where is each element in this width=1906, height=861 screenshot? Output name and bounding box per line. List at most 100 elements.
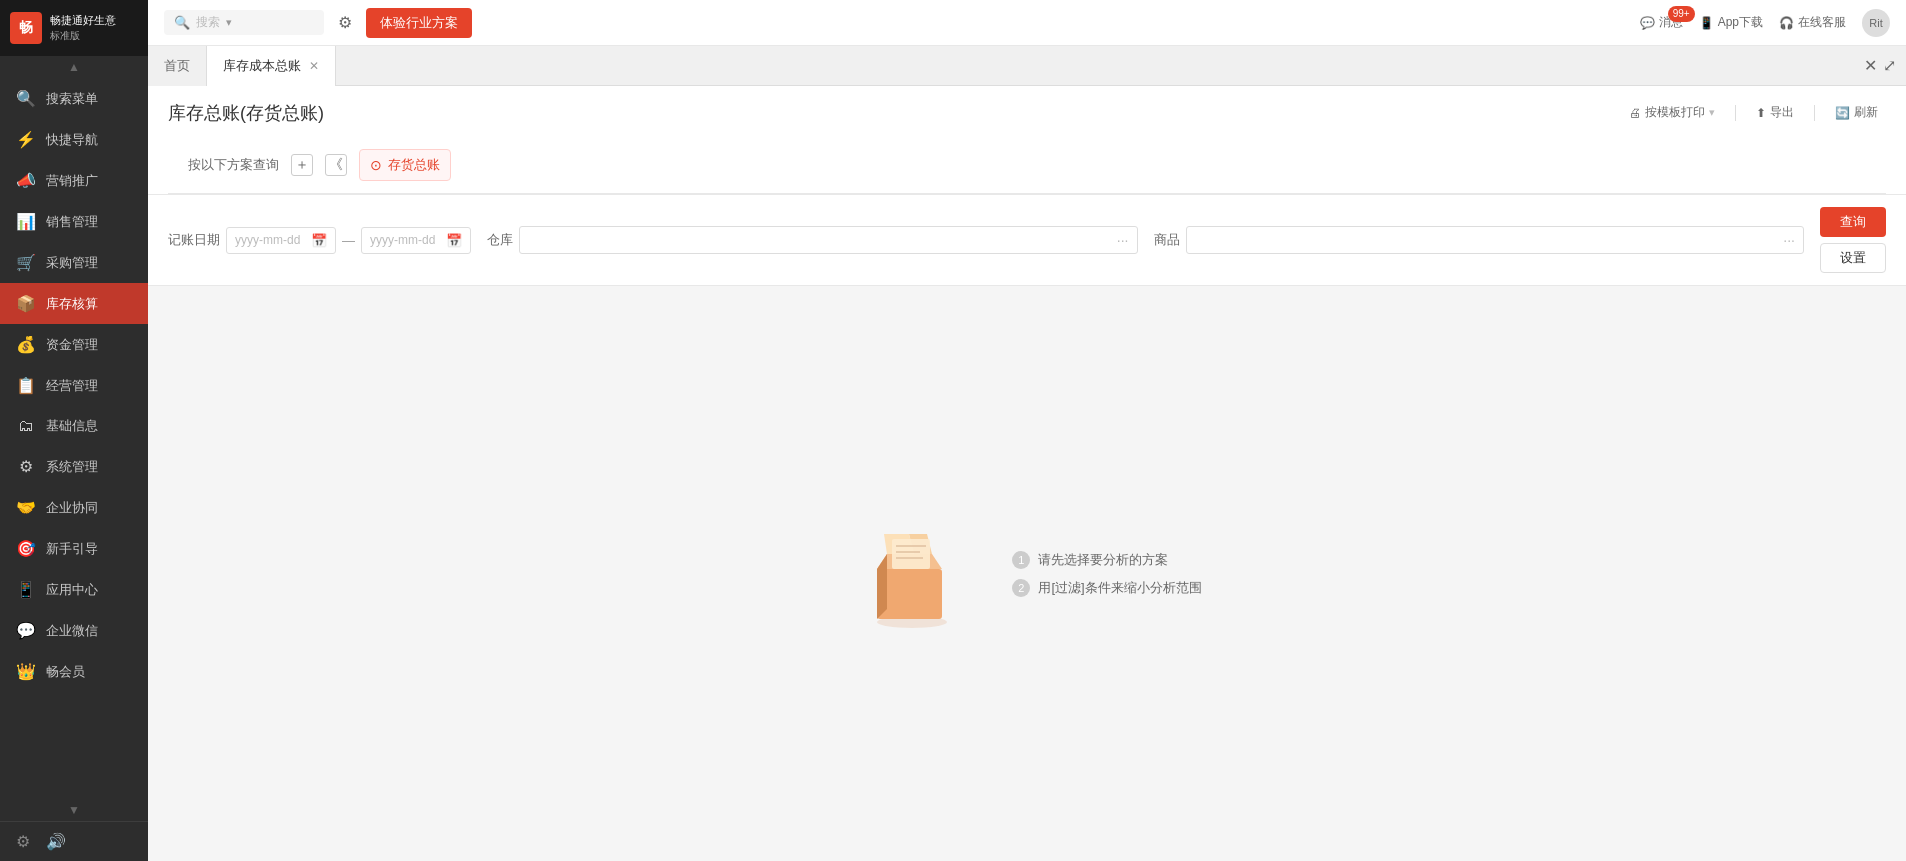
warehouse-select[interactable]: ··· [519,226,1138,254]
sidebar-item-label: 经营管理 [46,377,98,395]
message-badge: 99+ [1668,6,1695,22]
wechat-icon: 💬 [16,621,36,640]
tab-inventory-cost[interactable]: 库存成本总账 ✕ [207,46,336,86]
sidebar-item-sales[interactable]: 📊 销售管理 [0,201,148,242]
sidebar-scroll-up[interactable]: ▲ [0,56,148,78]
app-center-icon: 📱 [16,580,36,599]
tab-home[interactable]: 首页 [148,46,207,86]
scheme-icon: ⊙ [370,157,382,173]
tab-close-panel: ✕ ⤢ [1854,46,1906,85]
hint-2-text: 用[过滤]条件来缩小分析范围 [1038,579,1201,597]
newbie-icon: 🎯 [16,539,36,558]
tab-panel-close-icon[interactable]: ✕ [1864,56,1877,75]
step-2-num: 2 [1012,579,1030,597]
capital-icon: 💰 [16,335,36,354]
sidebar-settings-icon[interactable]: ⚙ [16,832,30,851]
user-avatar[interactable]: Rit [1862,9,1890,37]
print-template-btn[interactable]: 🖨 按模板打印 ▾ [1621,100,1723,125]
search-menu-icon: 🔍 [16,89,36,108]
product-select[interactable]: ··· [1186,226,1805,254]
sidebar-item-inventory[interactable]: 📦 库存核算 [0,283,148,324]
sidebar-item-enterprise[interactable]: 🤝 企业协同 [0,487,148,528]
sidebar-item-label: 销售管理 [46,213,98,231]
sidebar-item-basics[interactable]: 🗂 基础信息 [0,406,148,446]
empty-svg [852,514,972,634]
scheme-item[interactable]: ⊙ 存货总账 [359,149,451,181]
sidebar-item-quick-nav[interactable]: ⚡ 快捷导航 [0,119,148,160]
sidebar-item-label: 应用中心 [46,581,98,599]
sidebar-item-label: 系统管理 [46,458,98,476]
avatar-text: Rit [1869,17,1882,29]
date-field-group: 记账日期 yyyy-mm-dd 📅 — yyyy-mm-dd 📅 [168,227,471,254]
query-btn[interactable]: 查询 [1820,207,1886,237]
export-label: 导出 [1770,104,1794,121]
sidebar-item-app-center[interactable]: 📱 应用中心 [0,569,148,610]
app-download-btn[interactable]: 📱 App下载 [1699,14,1763,31]
sidebar-item-wechat[interactable]: 💬 企业微信 [0,610,148,651]
sidebar-item-purchase[interactable]: 🛒 采购管理 [0,242,148,283]
date-to-text: yyyy-mm-dd [370,233,435,247]
page-header-top: 库存总账(存货总账) 🖨 按模板打印 ▾ ⬆ 导出 🔄 [168,100,1886,137]
sidebar-item-label: 搜索菜单 [46,90,98,108]
empty-text: 1 请先选择要分析的方案 2 用[过滤]条件来缩小分析范围 [1012,551,1201,597]
warehouse-field-group: 仓库 ··· [487,226,1138,254]
search-chevron-icon: ▾ [226,16,232,29]
sidebar-item-label: 基础信息 [46,417,98,435]
filter-add-btn[interactable]: ＋ [291,154,313,176]
search-icon: 🔍 [174,15,190,30]
tab-close-icon[interactable]: ✕ [309,59,319,73]
sidebar-item-capital[interactable]: 💰 资金管理 [0,324,148,365]
app-name-block: 畅捷通好生意 标准版 [50,13,116,42]
sidebar-item-operations[interactable]: 📋 经营管理 [0,365,148,406]
date-separator: — [342,233,355,248]
tab-panel-expand-icon[interactable]: ⤢ [1883,56,1896,75]
settings-btn[interactable]: 设置 [1820,243,1886,273]
refresh-btn[interactable]: 🔄 刷新 [1827,100,1886,125]
query-settings-row: 查询 设置 [1820,207,1886,273]
empty-illustration [852,514,972,634]
sidebar-item-label: 采购管理 [46,254,98,272]
industry-btn[interactable]: 体验行业方案 [366,8,472,38]
sidebar-item-marketing[interactable]: 📣 营销推广 [0,160,148,201]
sidebar-bottom: ⚙ 🔊 [0,821,148,861]
product-field-group: 商品 ··· [1154,226,1805,254]
sidebar-item-newbie[interactable]: 🎯 新手引导 [0,528,148,569]
export-btn[interactable]: ⬆ 导出 [1748,100,1802,125]
sidebar-item-label: 快捷导航 [46,131,98,149]
sidebar-scroll-down[interactable]: ▼ [0,799,148,821]
app-sub: 标准版 [50,29,116,43]
app-download-label: App下载 [1718,14,1763,31]
sidebar-item-label: 新手引导 [46,540,98,558]
query-fields: 记账日期 yyyy-mm-dd 📅 — yyyy-mm-dd 📅 仓库 ··· [148,195,1906,286]
message-btn[interactable]: 💬 消息 99+ [1640,14,1683,31]
topbar-search[interactable]: 🔍 搜索 ▾ [164,10,324,35]
empty-hint-1: 1 请先选择要分析的方案 [1012,551,1201,569]
purchase-icon: 🛒 [16,253,36,272]
message-icon: 💬 [1640,16,1655,30]
calendar-to-icon: 📅 [446,233,462,248]
product-label: 商品 [1154,231,1180,249]
app-name: 畅捷通好生意 [50,13,116,28]
phone-icon: 📱 [1699,16,1714,30]
system-icon: ⚙ [16,457,36,476]
sidebar-sound-icon[interactable]: 🔊 [46,832,66,851]
date-to-input[interactable]: yyyy-mm-dd 📅 [361,227,471,254]
sidebar-item-system[interactable]: ⚙ 系统管理 [0,446,148,487]
filter-collapse-btn[interactable]: 《 [325,154,347,176]
tabbar: 首页 库存成本总账 ✕ ✕ ⤢ [148,46,1906,86]
topbar-settings-icon[interactable]: ⚙ [334,9,356,36]
quick-nav-icon: ⚡ [16,130,36,149]
online-support-btn[interactable]: 🎧 在线客服 [1779,14,1846,31]
basics-icon: 🗂 [16,417,36,435]
sidebar-item-member[interactable]: 👑 畅会员 [0,651,148,692]
page-header-actions: 🖨 按模板打印 ▾ ⬆ 导出 🔄 刷新 [1621,100,1886,125]
marketing-icon: 📣 [16,171,36,190]
date-from-input[interactable]: yyyy-mm-dd 📅 [226,227,336,254]
product-more-icon: ··· [1783,232,1795,248]
member-icon: 👑 [16,662,36,681]
page-header: 库存总账(存货总账) 🖨 按模板打印 ▾ ⬆ 导出 🔄 [148,86,1906,195]
sidebar-item-label: 企业微信 [46,622,98,640]
print-chevron-icon: ▾ [1709,106,1715,119]
step-1-num: 1 [1012,551,1030,569]
sidebar-item-search-menu[interactable]: 🔍 搜索菜单 [0,78,148,119]
